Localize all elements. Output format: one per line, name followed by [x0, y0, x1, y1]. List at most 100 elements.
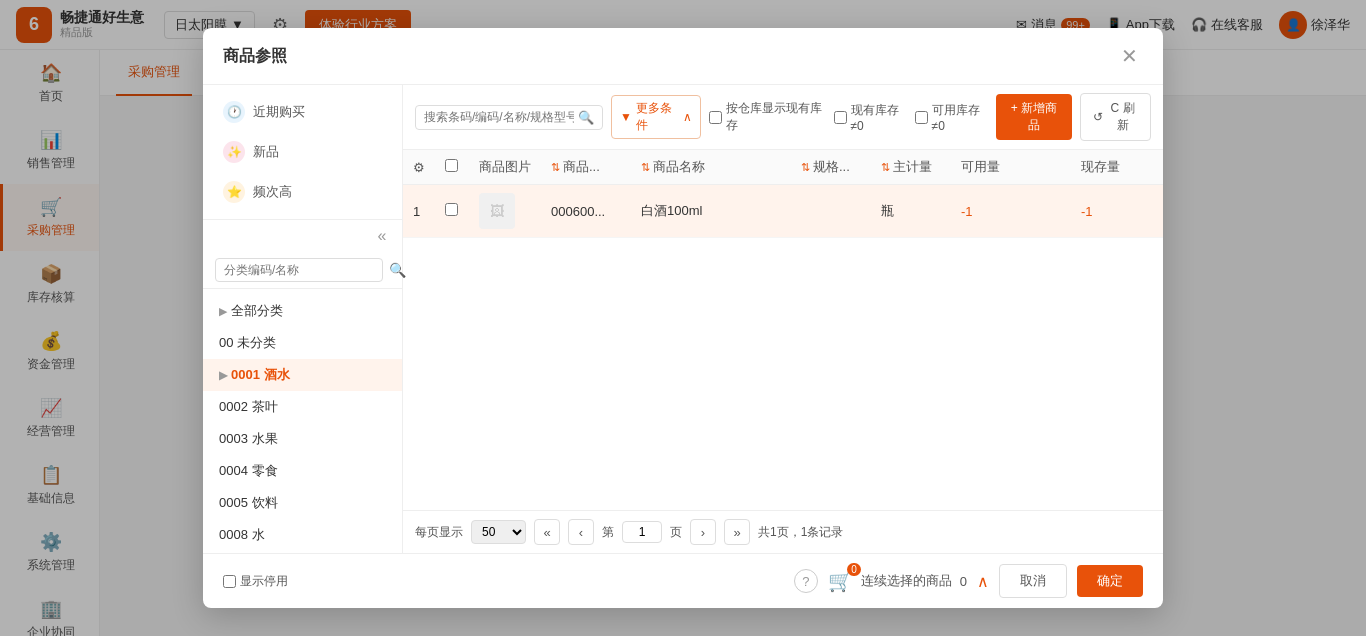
sort-icon: ⇅ — [801, 161, 810, 174]
category-item-0005[interactable]: 0005 饮料 — [203, 487, 402, 519]
cell-check — [435, 185, 469, 238]
quick-link-recent[interactable]: 🕐 近期购买 — [215, 95, 390, 129]
show-disabled-checkbox-label[interactable]: 显示停用 — [223, 573, 288, 590]
search-icon[interactable]: 🔍 — [578, 110, 594, 125]
cart-label: 连续选择的商品 — [861, 572, 952, 590]
current-stock-checkbox[interactable] — [834, 111, 847, 124]
checkbox-current-stock[interactable]: 现有库存≠0 — [834, 102, 907, 133]
sort-icon: ⇅ — [551, 161, 560, 174]
page-number-input[interactable] — [622, 521, 662, 543]
page-first-button[interactable]: « — [534, 519, 560, 545]
category-item-0008[interactable]: 0008 水 — [203, 519, 402, 551]
footer-right: ? 🛒 0 连续选择的商品 0 ∧ 取消 确定 — [794, 564, 1143, 598]
cell-code: 000600... — [541, 185, 631, 238]
category-item-00[interactable]: 00 未分类 — [203, 327, 402, 359]
th-spec[interactable]: ⇅ 规格... — [791, 150, 871, 185]
th-image: 商品图片 — [469, 150, 541, 185]
category-label: 0003 水果 — [219, 430, 278, 448]
th-settings: ⚙ — [403, 150, 435, 185]
category-search-input[interactable] — [215, 258, 383, 282]
page-total-info: 共1页，1条记录 — [758, 524, 843, 541]
modal-title: 商品参照 — [223, 46, 287, 67]
category-item-0001[interactable]: ▶ 0001 酒水 — [203, 359, 402, 391]
category-search-area: 🔍 — [203, 252, 402, 289]
add-product-button[interactable]: + 新增商品 — [996, 94, 1072, 140]
quick-link-freq[interactable]: ⭐ 频次高 — [215, 175, 390, 209]
th-name[interactable]: ⇅ 商品名称 — [631, 150, 791, 185]
more-filter-button[interactable]: ▼ 更多条件 ∧ — [611, 95, 701, 139]
panel-collapse-button[interactable]: « — [370, 224, 394, 248]
confirm-button[interactable]: 确定 — [1077, 565, 1143, 597]
modal-header: 商品参照 ✕ — [203, 28, 1163, 85]
table-settings-icon[interactable]: ⚙ — [413, 160, 425, 175]
cell-image: 🖼 — [469, 185, 541, 238]
category-label: 0004 零食 — [219, 462, 278, 480]
category-label: 0008 水 — [219, 526, 265, 544]
page-suffix: 页 — [670, 524, 682, 541]
table-header-row: ⚙ 商品图片 ⇅ 商品... — [403, 150, 1163, 185]
pagination-bar: 每页显示 50 100 200 « ‹ 第 页 › » 共1页，1条记录 — [403, 510, 1163, 553]
filter-label: 更多条件 — [636, 100, 679, 134]
category-item-0002[interactable]: 0002 茶叶 — [203, 391, 402, 423]
new-prod-icon: ✨ — [223, 141, 245, 163]
quick-link-recent-label: 近期购买 — [253, 103, 305, 121]
cell-unit: 瓶 — [871, 185, 951, 238]
arrow-icon: ▶ — [219, 369, 227, 382]
page-current-label: 第 — [602, 524, 614, 541]
category-item-all[interactable]: ▶ 全部分类 — [203, 295, 402, 327]
cancel-button[interactable]: 取消 — [999, 564, 1067, 598]
category-item-0003[interactable]: 0003 水果 — [203, 423, 402, 455]
recent-icon: 🕐 — [223, 101, 245, 123]
modal-close-button[interactable]: ✕ — [1115, 42, 1143, 70]
cart-icon-wrap: 🛒 0 — [828, 569, 853, 593]
category-label: 0002 茶叶 — [219, 398, 278, 416]
cell-spec — [791, 185, 871, 238]
cart-count-label: 0 — [960, 574, 967, 589]
page-size-select[interactable]: 50 100 200 — [471, 520, 526, 544]
th-stock: 现存量 — [1071, 150, 1163, 185]
quick-link-new[interactable]: ✨ 新品 — [215, 135, 390, 169]
quick-link-freq-label: 频次高 — [253, 183, 292, 201]
cell-stock: -1 — [1071, 185, 1163, 238]
th-unit[interactable]: ⇅ 主计量 — [871, 150, 951, 185]
warehouse-stock-checkbox[interactable] — [709, 111, 722, 124]
stock-value: -1 — [1081, 204, 1093, 219]
product-reference-modal: 商品参照 ✕ 🕐 近期购买 ✨ 新品 ⭐ 频次高 « — [203, 28, 1163, 608]
quick-link-new-label: 新品 — [253, 143, 279, 161]
checkbox-warehouse-stock[interactable]: 按仓库显示现有库存 — [709, 100, 826, 134]
category-label: 00 未分类 — [219, 334, 276, 352]
product-search-input[interactable] — [424, 110, 574, 124]
category-label: 0005 饮料 — [219, 494, 278, 512]
table-row[interactable]: 1 🖼 000600... 白酒100ml 瓶 — [403, 185, 1163, 238]
th-code[interactable]: ⇅ 商品... — [541, 150, 631, 185]
refresh-icon: ↺ — [1093, 110, 1103, 124]
page-prev-button[interactable]: ‹ — [568, 519, 594, 545]
category-item-0004[interactable]: 0004 零食 — [203, 455, 402, 487]
page-last-button[interactable]: » — [724, 519, 750, 545]
product-thumbnail: 🖼 — [479, 193, 515, 229]
modal-body: 🕐 近期购买 ✨ 新品 ⭐ 频次高 « 🔍 — [203, 85, 1163, 553]
cart-collapse-icon[interactable]: ∧ — [977, 572, 989, 591]
panel-collapse-area: « — [203, 220, 402, 252]
row-checkbox[interactable] — [445, 203, 458, 216]
quick-links-area: 🕐 近期购买 ✨ 新品 ⭐ 频次高 — [203, 85, 402, 220]
right-toolbar: 🔍 ▼ 更多条件 ∧ 按仓库显示现有库存 现有库存≠0 可用库存≠0 — [403, 85, 1163, 150]
category-label: 0001 酒水 — [231, 366, 290, 384]
page-next-button[interactable]: › — [690, 519, 716, 545]
page-size-label: 每页显示 — [415, 524, 463, 541]
checkbox-available-stock[interactable]: 可用库存≠0 — [915, 102, 988, 133]
checkbox-label: 可用库存≠0 — [932, 102, 988, 133]
toolbar-right: + 新增商品 ↺ C 刷新 — [996, 93, 1151, 141]
refresh-button[interactable]: ↺ C 刷新 — [1080, 93, 1151, 141]
category-tree: ▶ 全部分类 00 未分类 ▶ 0001 酒水 0002 茶叶 0003 水果 — [203, 289, 402, 553]
cell-name: 白酒100ml — [631, 185, 791, 238]
select-all-checkbox[interactable] — [445, 159, 458, 172]
cell-available: -1 — [951, 185, 1071, 238]
available-stock-checkbox[interactable] — [915, 111, 928, 124]
product-table-wrap: ⚙ 商品图片 ⇅ 商品... — [403, 150, 1163, 510]
th-checkbox — [435, 150, 469, 185]
help-icon[interactable]: ? — [794, 569, 818, 593]
show-disabled-checkbox[interactable] — [223, 575, 236, 588]
cart-area: 🛒 0 连续选择的商品 0 — [828, 569, 967, 593]
sort-icon: ⇅ — [881, 161, 890, 174]
